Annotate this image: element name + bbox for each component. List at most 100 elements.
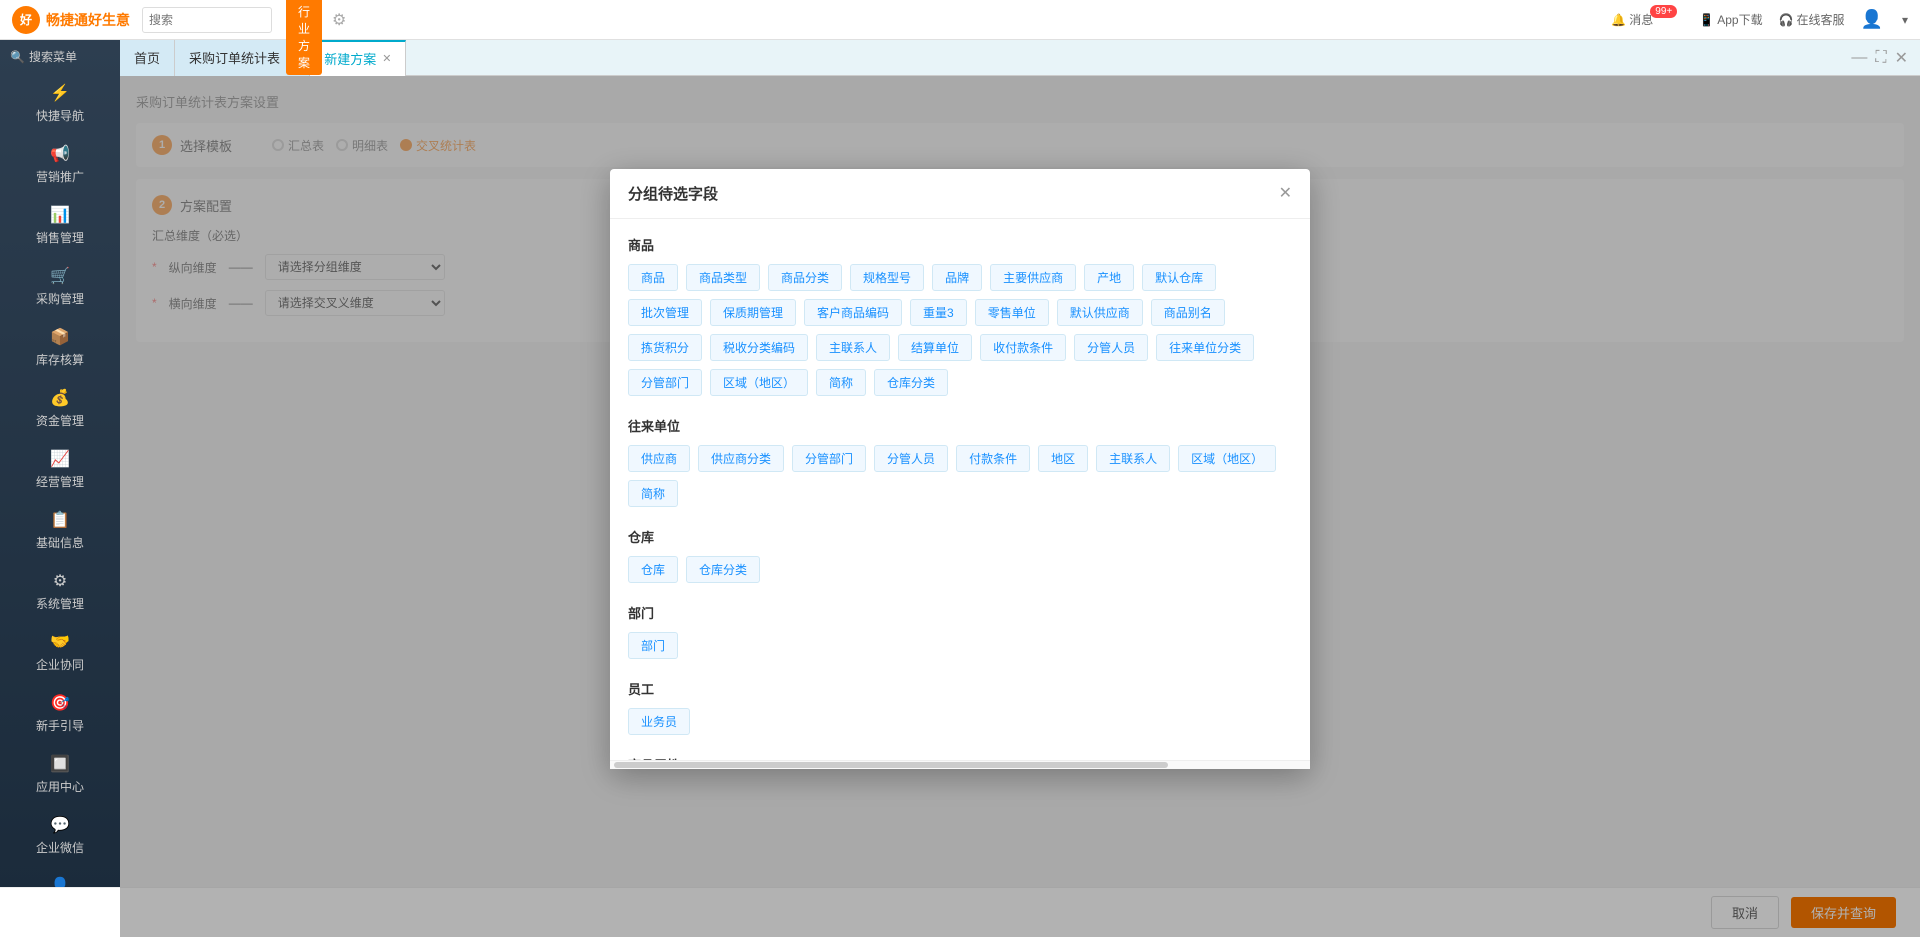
field-tag[interactable]: 默认供应商	[1057, 299, 1143, 326]
field-tag[interactable]: 品牌	[932, 264, 982, 291]
field-tag[interactable]: 供应商	[628, 445, 690, 472]
field-tag[interactable]: 结算单位	[898, 334, 972, 361]
field-tag[interactable]: 主联系人	[816, 334, 890, 361]
tab-close-icon[interactable]: ✕	[1895, 48, 1908, 68]
top-search-area: 体验行业方案 ⚙	[142, 0, 346, 75]
notice-item[interactable]: 🔔 消息 99+	[1611, 11, 1683, 28]
sidebar-item-wxwork[interactable]: 💬 企业微信	[0, 805, 120, 866]
field-tag[interactable]: 主联系人	[1096, 445, 1170, 472]
field-tag[interactable]: 客户商品编码	[804, 299, 902, 326]
modal-title: 分组待选字段	[628, 183, 718, 204]
sidebar-item-purchase[interactable]: 🛒 采购管理	[0, 256, 120, 317]
user-name[interactable]: ▾	[1899, 13, 1908, 27]
field-tag[interactable]: 部门	[628, 632, 678, 659]
guide-icon: 🎯	[50, 693, 70, 713]
tab-minimize-icon[interactable]: —	[1851, 49, 1867, 67]
service-item[interactable]: 🎧 在线客服	[1779, 11, 1845, 28]
field-tag[interactable]: 商品别名	[1151, 299, 1225, 326]
field-tag[interactable]: 分管人员	[1074, 334, 1148, 361]
logo: 好 畅捷通好生意	[12, 6, 132, 34]
section-dept: 部门 部门	[628, 603, 1292, 659]
section-partner-title: 往来单位	[628, 416, 1292, 435]
section-dept-title: 部门	[628, 603, 1292, 622]
field-tag[interactable]: 付款条件	[956, 445, 1030, 472]
sidebar-item-label: 经营管理	[36, 473, 84, 490]
sidebar-item-collab[interactable]: 🤝 企业协同	[0, 622, 120, 683]
field-tag[interactable]: 主要供应商	[990, 264, 1076, 291]
sidebar-item-label: 采购管理	[36, 290, 84, 307]
field-tag[interactable]: 批次管理	[628, 299, 702, 326]
section-goods-tags: 商品 商品类型 商品分类 规格型号 品牌 主要供应商 产地 默认仓库 批次管理 …	[628, 264, 1292, 396]
logo-icon: 好	[12, 6, 40, 34]
field-tag[interactable]: 业务员	[628, 708, 690, 735]
sidebar-item-label: 企业协同	[36, 656, 84, 673]
experience-button[interactable]: 体验行业方案	[286, 0, 322, 75]
sidebar-item-label: 资金管理	[36, 412, 84, 429]
sidebar-item-label: 快捷导航	[36, 107, 84, 124]
field-tag[interactable]: 拣货积分	[628, 334, 702, 361]
sidebar-item-label: 企业微信	[36, 839, 84, 856]
section-partner-tags: 供应商 供应商分类 分管部门 分管人员 付款条件 地区 主联系人 区域（地区） …	[628, 445, 1292, 507]
field-tag[interactable]: 商品类型	[686, 264, 760, 291]
field-tag[interactable]: 简称	[816, 369, 866, 396]
sidebar-item-basics[interactable]: 📋 基础信息	[0, 500, 120, 561]
field-tag[interactable]: 地区	[1038, 445, 1088, 472]
tab-expand-icon[interactable]: ⛶	[1875, 49, 1886, 67]
sidebar-item-appcenter[interactable]: 🔲 应用中心	[0, 744, 120, 805]
field-tag[interactable]: 保质期管理	[710, 299, 796, 326]
field-tag[interactable]: 商品	[628, 264, 678, 291]
sidebar-item-quicknav[interactable]: ⚡ 快捷导航	[0, 73, 120, 134]
system-icon: ⚙	[53, 571, 67, 591]
tab-newscheme-close[interactable]: ✕	[382, 52, 391, 65]
sidebar-item-inventory[interactable]: 📦 库存核算	[0, 317, 120, 378]
section-warehouse-title: 仓库	[628, 527, 1292, 546]
modal-header: 分组待选字段 ✕	[610, 169, 1310, 219]
download-item[interactable]: 📱 App下载	[1699, 11, 1762, 28]
field-tag[interactable]: 仓库分类	[686, 556, 760, 583]
user-avatar[interactable]: 👤	[1861, 9, 1883, 30]
field-tag[interactable]: 零售单位	[975, 299, 1049, 326]
field-tag[interactable]: 分管人员	[874, 445, 948, 472]
purchase-icon: 🛒	[50, 266, 70, 286]
modal-close-button[interactable]: ✕	[1279, 183, 1292, 203]
field-tag[interactable]: 往来单位分类	[1156, 334, 1254, 361]
sidebar-item-operation[interactable]: 📈 经营管理	[0, 439, 120, 500]
sidebar-item-marketing[interactable]: 📢 营销推广	[0, 134, 120, 195]
sidebar-search[interactable]: 🔍 搜索菜单	[0, 40, 120, 73]
field-tag[interactable]: 税收分类编码	[710, 334, 808, 361]
field-tag[interactable]: 分管部门	[628, 369, 702, 396]
field-tag[interactable]: 仓库	[628, 556, 678, 583]
field-tag[interactable]: 收付款条件	[980, 334, 1066, 361]
field-tag[interactable]: 简称	[628, 480, 678, 507]
settings-icon[interactable]: ⚙	[332, 10, 346, 30]
notice-icon: 🔔	[1611, 13, 1626, 27]
field-tag[interactable]: 仓库分类	[874, 369, 948, 396]
field-tag[interactable]: 分管部门	[792, 445, 866, 472]
field-tag[interactable]: 商品分类	[768, 264, 842, 291]
collab-icon: 🤝	[50, 632, 70, 652]
sidebar-item-sales[interactable]: 📊 销售管理	[0, 195, 120, 256]
sidebar-item-label: 应用中心	[36, 778, 84, 795]
sidebar-item-guide[interactable]: 🎯 新手引导	[0, 683, 120, 744]
section-warehouse-tags: 仓库 仓库分类	[628, 556, 1292, 583]
field-tag[interactable]: 区域（地区）	[1178, 445, 1276, 472]
field-tag[interactable]: 默认仓库	[1142, 264, 1216, 291]
field-tag[interactable]: 供应商分类	[698, 445, 784, 472]
sidebar-item-system[interactable]: ⚙ 系统管理	[0, 561, 120, 622]
basics-icon: 📋	[50, 510, 70, 530]
section-goods-title: 商品	[628, 235, 1292, 254]
download-label: App下载	[1717, 11, 1762, 28]
field-tag[interactable]: 区域（地区）	[710, 369, 808, 396]
avatar-icon: 👤	[1861, 9, 1883, 30]
field-tag[interactable]: 重量3	[910, 299, 967, 326]
field-tag[interactable]: 产地	[1084, 264, 1134, 291]
tab-bar: 首页 采购订单统计表 ✕ 新建方案 ✕ — ⛶ ✕	[120, 40, 1920, 76]
appcenter-icon: 🔲	[50, 754, 70, 774]
field-tag[interactable]: 规格型号	[850, 264, 924, 291]
sidebar-item-finance[interactable]: 💰 资金管理	[0, 378, 120, 439]
section-warehouse: 仓库 仓库 仓库分类	[628, 527, 1292, 583]
search-input[interactable]	[142, 7, 272, 33]
hscroll-thumb[interactable]	[614, 762, 1168, 768]
modal-hscrollbar[interactable]	[610, 760, 1310, 768]
section-dept-tags: 部门	[628, 632, 1292, 659]
